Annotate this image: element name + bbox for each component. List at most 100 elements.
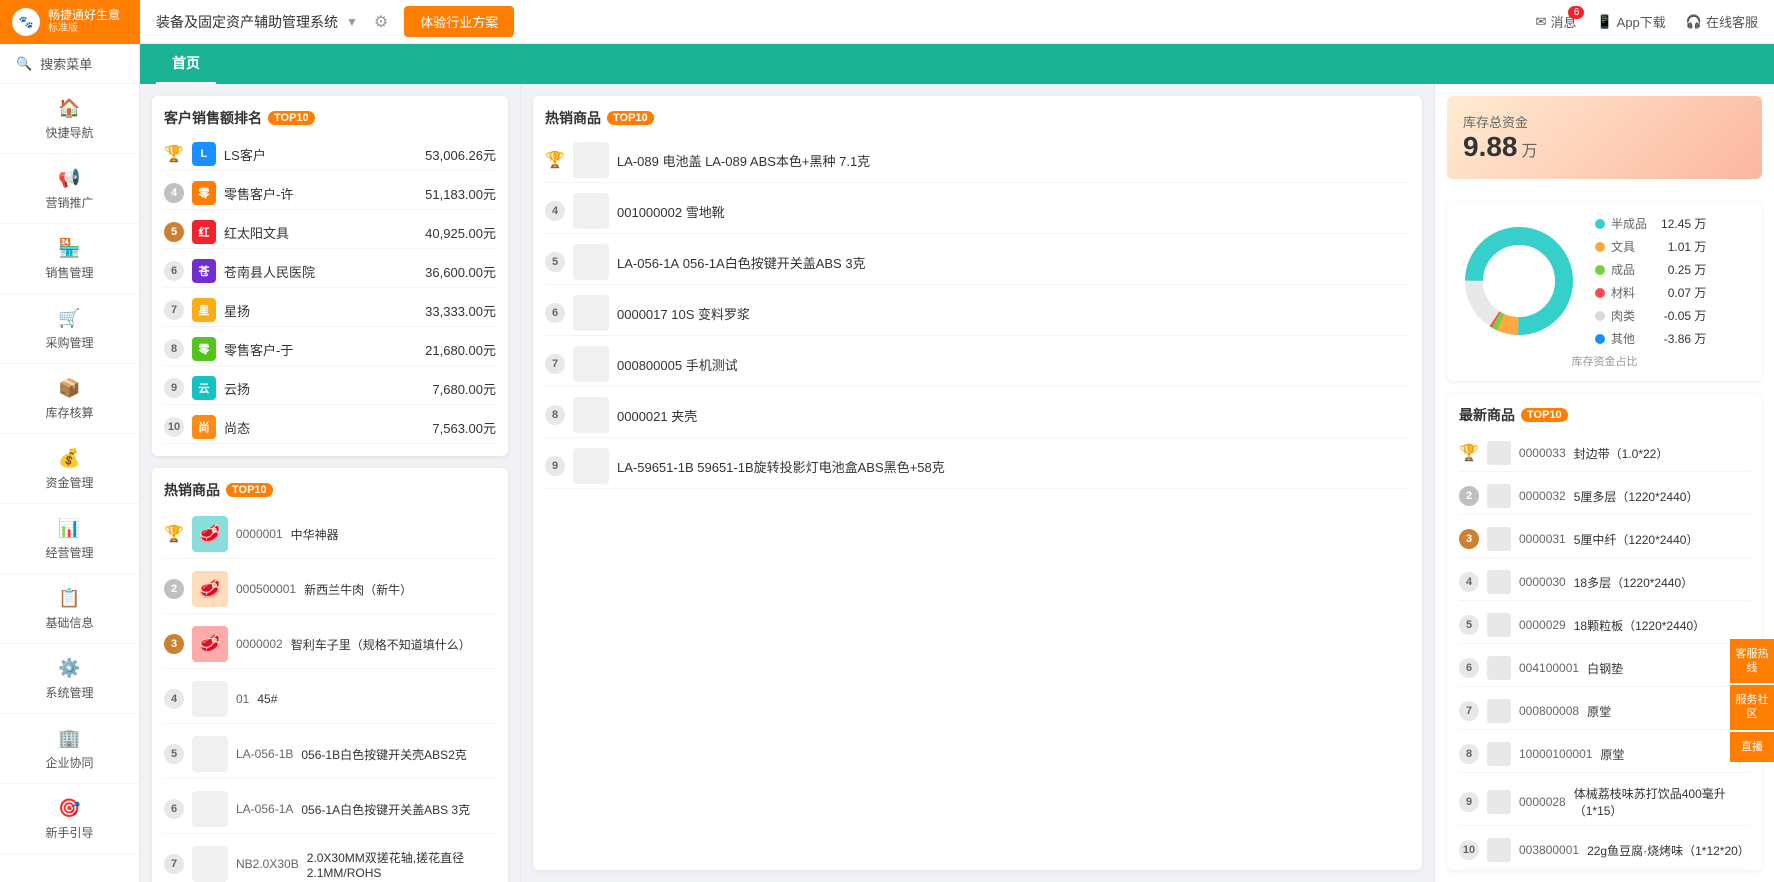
list-item: 2 🥩 000500001 新西兰牛肉（新牛） bbox=[164, 565, 496, 614]
product-thumbnail: 🥩 bbox=[192, 571, 228, 607]
rank-number: 7 bbox=[1459, 701, 1479, 721]
float-service-hotline[interactable]: 客服热线 bbox=[1730, 639, 1774, 684]
rank-number: 9 bbox=[164, 378, 184, 398]
middle-section: 热销商品 TOP10 🏆 LA-089 电池盖 LA-089 ABS本色+黑种 … bbox=[520, 84, 1434, 882]
chart-legend: 半成品 12.45 万 文具 1.01 万 成品 0 bbox=[1595, 215, 1706, 347]
medal-icon: 🏆 bbox=[1459, 443, 1479, 463]
new-products-title: 最新商品 TOP10 bbox=[1459, 405, 1750, 425]
list-item: 🏆 🥩 0000001 中华神器 bbox=[164, 510, 496, 559]
product-thumbnail bbox=[573, 397, 609, 433]
list-item: 5 0000029 18颗粒板（1220*2440） bbox=[1459, 607, 1750, 644]
product-thumbnail bbox=[192, 736, 228, 772]
dropdown-arrow-icon[interactable]: ▼ bbox=[346, 15, 358, 29]
list-item: 3 🥩 0000002 智利车子里（规格不知道填什么） bbox=[164, 620, 496, 669]
page-nav: 首页 bbox=[140, 44, 1774, 84]
purchase-icon: 🛒 bbox=[58, 306, 82, 330]
sidebar-item-system[interactable]: ⚙️ 系统管理 bbox=[0, 644, 139, 714]
rank-number: 10 bbox=[164, 417, 184, 437]
legend-color bbox=[1595, 219, 1605, 229]
system-name: 装备及固定资产辅助管理系统 ▼ ⚙ bbox=[156, 12, 388, 32]
list-item: 7 000800008 原堂 bbox=[1459, 693, 1750, 730]
customer-avatar: 零 bbox=[192, 181, 216, 205]
rank-number: 9 bbox=[545, 456, 565, 476]
donut-chart bbox=[1459, 221, 1579, 341]
system-icon: ⚙️ bbox=[58, 656, 82, 680]
list-item: 9 0000028 体械荔枝味苏打饮品400毫升（1*15） bbox=[1459, 779, 1750, 826]
hot-products-main-card: 热销商品 TOP10 🏆 🥩 0000001 中华神器 2 🥩 bbox=[152, 468, 508, 882]
rank-item: 7 星 星扬 33,333.00元 bbox=[164, 294, 496, 327]
hot-products-main-list: 🏆 🥩 0000001 中华神器 2 🥩 000500001 新西兰牛肉（新牛） bbox=[164, 510, 496, 882]
product-thumbnail bbox=[1487, 742, 1511, 766]
marketing-icon: 📢 bbox=[58, 166, 82, 190]
online-service-button[interactable]: 🎧 在线客服 bbox=[1686, 12, 1758, 31]
rank-number: 8 bbox=[545, 405, 565, 425]
hotproduct-rank-list: 🏆 LA-089 电池盖 LA-089 ABS本色+黑种 7.1克 4 0010… bbox=[545, 138, 1410, 489]
tab-home[interactable]: 首页 bbox=[156, 44, 216, 84]
sidebar-item-sales[interactable]: 🏪 销售管理 bbox=[0, 224, 139, 294]
product-thumbnail bbox=[1487, 790, 1511, 814]
rank-number: 10 bbox=[1459, 840, 1479, 860]
logo-area: 🐾 畅捷通好生意 标准版 bbox=[0, 0, 140, 44]
trial-button[interactable]: 体验行业方案 bbox=[404, 6, 514, 37]
rank-number: 2 bbox=[164, 579, 184, 599]
legend-item: 其他 -3.86 万 bbox=[1595, 330, 1706, 347]
list-item: 7 NB2.0X30B 2.0X30MM双搓花轴,搓花直径2.1MM/ROHS bbox=[164, 840, 496, 882]
rank-number: 6 bbox=[164, 261, 184, 281]
sidebar-item-finance[interactable]: 💰 资金管理 bbox=[0, 434, 139, 504]
sidebar-item-quick-nav[interactable]: 🏠 快捷导航 bbox=[0, 84, 139, 154]
list-item: 2 0000032 5厘多层（1220*2440） bbox=[1459, 478, 1750, 515]
float-service-community[interactable]: 服务社区 bbox=[1730, 685, 1774, 730]
top-header: 🐾 畅捷通好生意 标准版 装备及固定资产辅助管理系统 ▼ ⚙ 体验行业方案 ✉ … bbox=[0, 0, 1774, 44]
list-item: 6 004100001 白钢垫 bbox=[1459, 650, 1750, 687]
product-thumbnail bbox=[1487, 527, 1511, 551]
legend-item: 成品 0.25 万 bbox=[1595, 261, 1706, 278]
float-service-live[interactable]: 直播 bbox=[1730, 732, 1774, 762]
sidebar-item-operation[interactable]: 📊 经营管理 bbox=[0, 504, 139, 574]
customer-rank-list: 🏆 L LS客户 53,006.26元 4 零 零售客户-许 51,183.00… bbox=[164, 138, 496, 444]
product-thumbnail bbox=[192, 846, 228, 882]
left-section: 客户销售额排名 TOP10 🏆 L LS客户 53,006.26元 bbox=[140, 84, 520, 882]
main-layout: 🔍 搜索菜单 🏠 快捷导航 📢 营销推广 🏪 销售管理 🛒 采购管理 📦 库存核… bbox=[0, 44, 1774, 882]
newbie-icon: 🎯 bbox=[58, 796, 82, 820]
header-right: ✉ 消息 6 📱 App下载 🎧 在线客服 bbox=[1536, 12, 1758, 31]
customer-avatar: 云 bbox=[192, 376, 216, 400]
sidebar-item-inventory[interactable]: 📦 库存核算 bbox=[0, 364, 139, 434]
right-section: 库存总资金 9.88 万 bbox=[1434, 84, 1774, 882]
legend-color bbox=[1595, 311, 1605, 321]
sidebar-item-newbie[interactable]: 🎯 新手引导 bbox=[0, 784, 139, 854]
sidebar-item-enterprise[interactable]: 🏢 企业协同 bbox=[0, 714, 139, 784]
medal-icon: 🏆 bbox=[164, 524, 184, 544]
new-products-card: 最新商品 TOP10 🏆 0000033 封边带（1.0*22） 2 bbox=[1447, 393, 1762, 870]
settings-icon[interactable]: ⚙ bbox=[374, 12, 388, 32]
headset-icon: 🎧 bbox=[1686, 14, 1702, 30]
rank-item: 10 尚 尚态 7,563.00元 bbox=[164, 411, 496, 444]
customer-avatar: 零 bbox=[192, 337, 216, 361]
inventory-value: 9.88 bbox=[1463, 131, 1518, 163]
sidebar-item-basic[interactable]: 📋 基础信息 bbox=[0, 574, 139, 644]
message-button[interactable]: ✉ 消息 6 bbox=[1536, 12, 1577, 31]
hotproduct-ranking-title: 热销商品 TOP10 bbox=[545, 108, 1410, 128]
search-menu[interactable]: 🔍 搜索菜单 bbox=[0, 44, 139, 84]
rank-item: 4 001000002 雪地靴 bbox=[545, 189, 1410, 234]
legend-color bbox=[1595, 265, 1605, 275]
product-thumbnail bbox=[1487, 656, 1511, 680]
sidebar: 🔍 搜索菜单 🏠 快捷导航 📢 营销推广 🏪 销售管理 🛒 采购管理 📦 库存核… bbox=[0, 44, 140, 882]
inventory-label: 库存总资金 bbox=[1463, 112, 1746, 131]
rank-item: 8 0000021 夹壳 bbox=[545, 393, 1410, 438]
legend-item: 文具 1.01 万 bbox=[1595, 238, 1706, 255]
rank-item: 7 000800005 手机测试 bbox=[545, 342, 1410, 387]
logo-text: 畅捷通好生意 标准版 bbox=[48, 8, 120, 34]
rank-number: 5 bbox=[545, 252, 565, 272]
legend-item: 肉类 -0.05 万 bbox=[1595, 307, 1706, 324]
rank-number: 3 bbox=[1459, 529, 1479, 549]
rank-item: 8 零 零售客户-于 21,680.00元 bbox=[164, 333, 496, 366]
enterprise-icon: 🏢 bbox=[58, 726, 82, 750]
list-item: 5 LA-056-1B 056-1B白色按键开关壳ABS2克 bbox=[164, 730, 496, 779]
sidebar-item-purchase[interactable]: 🛒 采购管理 bbox=[0, 294, 139, 364]
rank-number: 9 bbox=[1459, 792, 1479, 812]
app-download-button[interactable]: 📱 App下载 bbox=[1596, 12, 1665, 31]
medal-icon: 🏆 bbox=[545, 150, 565, 170]
product-thumbnail bbox=[573, 142, 609, 178]
home-icon: 🏠 bbox=[58, 96, 82, 120]
sidebar-item-marketing[interactable]: 📢 营销推广 bbox=[0, 154, 139, 224]
